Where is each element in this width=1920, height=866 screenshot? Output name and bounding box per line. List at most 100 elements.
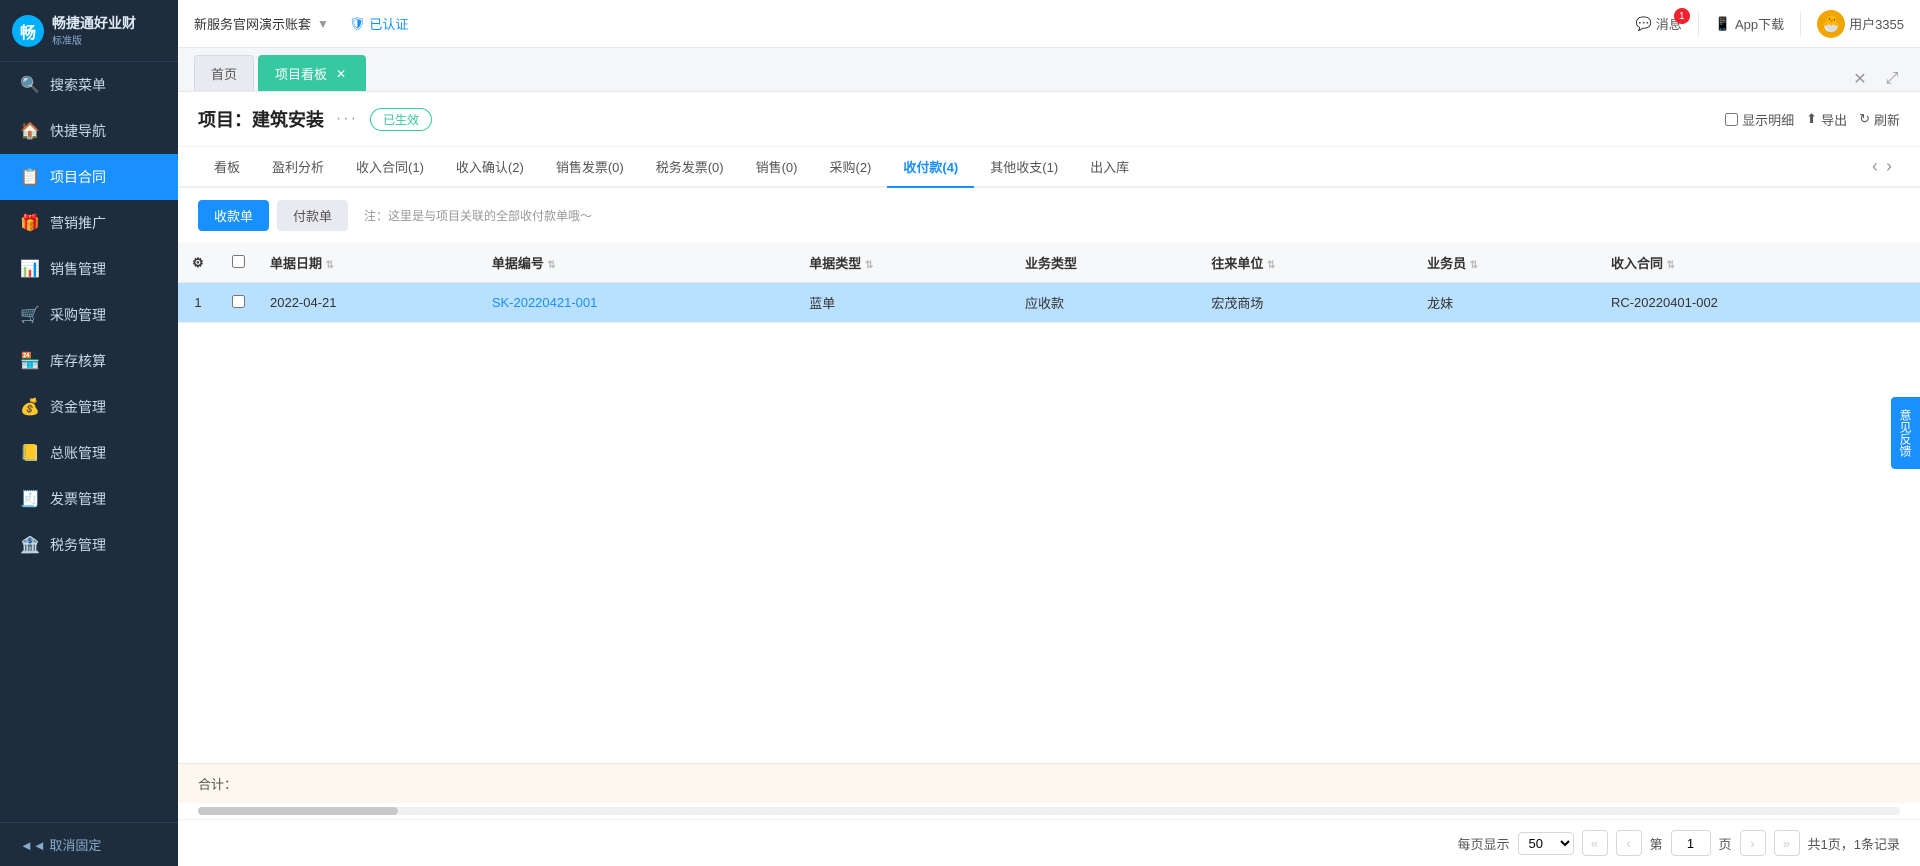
nav-label-0: 搜索菜单: [50, 75, 106, 95]
topbar-project-name: 新服务官网演示账套: [194, 14, 311, 33]
sub-tab-4[interactable]: 销售发票(0): [540, 147, 640, 188]
sidebar-item-1[interactable]: 🏠快捷导航: [0, 108, 178, 154]
divider: [1698, 12, 1699, 36]
td-date-0: 2022-04-21: [258, 283, 480, 323]
th-contract[interactable]: 收入合同 ⇅: [1599, 243, 1920, 283]
refresh-icon: ↻: [1859, 111, 1870, 127]
row-checkbox-0[interactable]: [232, 295, 245, 308]
sidebar-item-0[interactable]: 🔍 搜索菜单: [0, 62, 178, 108]
sidebar-item-10[interactable]: 🏦税务管理: [0, 522, 178, 568]
tab-home[interactable]: 首页: [194, 55, 254, 91]
page-input[interactable]: [1671, 830, 1711, 856]
nav-icon-5: 🛒: [20, 305, 40, 325]
logo-icon: 畅: [12, 15, 44, 47]
page-total: 共1页，1条记录: [1808, 834, 1900, 853]
topbar-project[interactable]: 新服务官网演示账套 ▼: [194, 14, 329, 33]
nav-icon-2: 📋: [20, 167, 40, 187]
tab-shoukuan[interactable]: 收款单: [198, 200, 269, 231]
sub-tab-5[interactable]: 税务发票(0): [640, 147, 740, 188]
th-biz-type: 业务类型: [1013, 243, 1199, 283]
th-date[interactable]: 单据日期 ⇅: [258, 243, 480, 283]
sidebar-item-7[interactable]: 💰资金管理: [0, 384, 178, 430]
td-index-0: 1: [178, 283, 218, 323]
export-button[interactable]: ⬆ 导出: [1806, 110, 1847, 129]
page-first-button[interactable]: «: [1582, 830, 1608, 856]
sidebar-item-3[interactable]: 🎁 营销推广: [0, 200, 178, 246]
th-number[interactable]: 单据编号 ⇅: [480, 243, 797, 283]
refresh-button[interactable]: ↻ 刷新: [1859, 110, 1900, 129]
scrollbar-thumb[interactable]: [198, 807, 398, 815]
th-type[interactable]: 单据类型 ⇅: [797, 243, 1013, 283]
window-close-button[interactable]: ✕: [1848, 67, 1872, 91]
feedback-button[interactable]: 意见反馈: [1891, 397, 1920, 469]
sidebar-unpin[interactable]: ◄◄ 取消固定: [0, 822, 178, 866]
content-area: 项目：建筑安装 ··· 已生效 显示明细 ⬆ 导出 ↻ 刷新: [178, 92, 1920, 866]
td-check-0[interactable]: [218, 283, 258, 323]
message-button[interactable]: 💬 消息 1: [1636, 14, 1682, 33]
main-area: 新服务官网演示账套 ▼ 🛡 已认证 💬 消息 1 📱 App下载 🐣 用户335…: [178, 0, 1920, 866]
sub-tab-0[interactable]: 看板: [198, 147, 256, 188]
show-detail-checkbox[interactable]: 显示明细: [1725, 110, 1794, 129]
th-partner[interactable]: 往来单位 ⇅: [1199, 243, 1415, 283]
show-detail-input[interactable]: [1725, 113, 1738, 126]
per-page-label: 每页显示: [1457, 834, 1509, 853]
project-header: 项目：建筑安装 ··· 已生效 显示明细 ⬆ 导出 ↻ 刷新: [178, 92, 1920, 147]
sidebar-item-8[interactable]: 📒总账管理: [0, 430, 178, 476]
td-number-0[interactable]: SK-20220421-001: [480, 283, 797, 323]
nav-icon-10: 🏦: [20, 535, 40, 555]
sidebar-logo: 畅 畅捷通好业财 标准版: [0, 0, 178, 62]
sub-tab-7[interactable]: 采购(2): [813, 147, 887, 188]
table-row[interactable]: 1 2022-04-21 SK-20220421-001 蓝单 应收款 宏茂商场…: [178, 283, 1920, 323]
nav-label-9: 发票管理: [50, 489, 106, 509]
th-check[interactable]: [218, 243, 258, 283]
nav-label-3: 营销推广: [50, 213, 106, 233]
nav-label-1: 快捷导航: [50, 121, 106, 141]
app-download-button[interactable]: 📱 App下载: [1715, 14, 1784, 33]
nav-label-6: 库存核算: [50, 351, 106, 371]
window-maximize-button[interactable]: ⤢: [1880, 67, 1904, 91]
sidebar: 畅 畅捷通好业财 标准版 🔍 搜索菜单 🏠快捷导航📋项目合同 🎁 营销推广 📊销售管理🛒采…: [0, 0, 178, 866]
sub-tab-prev-icon[interactable]: ‹: [1868, 156, 1882, 177]
topbar-certified: 🛡 已认证: [349, 14, 409, 33]
sub-tab-nav: ‹ ›: [1864, 147, 1900, 186]
inner-tabs: 收款单 付款单 注：这里是与项目关联的全部收付款单哦～: [178, 188, 1920, 231]
divider2: [1800, 12, 1801, 36]
page-prev-button[interactable]: ‹: [1616, 830, 1642, 856]
sub-tab-3[interactable]: 收入确认(2): [440, 147, 540, 188]
th-settings[interactable]: ⚙: [178, 243, 218, 283]
tab-close-icon[interactable]: ✕: [333, 66, 349, 82]
tab-fukuan[interactable]: 付款单: [277, 200, 348, 231]
nav-icon-9: 🧾: [20, 489, 40, 509]
per-page-select[interactable]: 50 100 200: [1518, 832, 1574, 855]
project-more-icon[interactable]: ···: [336, 110, 358, 128]
sub-tab-8[interactable]: 收付款(4): [887, 147, 974, 188]
topbar: 新服务官网演示账套 ▼ 🛡 已认证 💬 消息 1 📱 App下载 🐣 用户335…: [178, 0, 1920, 48]
scrollbar-track[interactable]: [198, 807, 1900, 815]
user-menu[interactable]: 🐣 用户3355: [1817, 10, 1904, 38]
export-icon: ⬆: [1806, 111, 1817, 127]
record-link-0[interactable]: SK-20220421-001: [492, 295, 598, 310]
sub-tab-6[interactable]: 销售(0): [740, 147, 814, 188]
topbar-right: 💬 消息 1 📱 App下载 🐣 用户3355: [1636, 10, 1904, 38]
select-all-checkbox[interactable]: [232, 255, 245, 268]
sidebar-item-2[interactable]: 📋项目合同: [0, 154, 178, 200]
sub-tab-1[interactable]: 盈利分析: [256, 147, 340, 188]
sidebar-item-4[interactable]: 📊销售管理: [0, 246, 178, 292]
sidebar-item-9[interactable]: 🧾 发票管理: [0, 476, 178, 522]
page-next-button[interactable]: ›: [1740, 830, 1766, 856]
td-contract-0: RC-20220401-002: [1599, 283, 1920, 323]
tab-project-board[interactable]: 项目看板 ✕: [258, 55, 366, 91]
nav-icon-3: 🎁: [20, 213, 40, 233]
nav-icon-0: 🔍: [20, 75, 40, 95]
table-footer: 合计：: [178, 763, 1920, 803]
sidebar-item-6[interactable]: 🏪库存核算: [0, 338, 178, 384]
th-salesman[interactable]: 业务员 ⇅: [1415, 243, 1599, 283]
sub-tab-next-icon[interactable]: ›: [1882, 156, 1896, 177]
sub-tab-10[interactable]: 出入库: [1074, 147, 1145, 188]
tab-bar: 首页 项目看板 ✕ ✕ ⤢: [178, 48, 1920, 92]
sidebar-item-5[interactable]: 🛒采购管理: [0, 292, 178, 338]
sub-tab-2[interactable]: 收入合同(1): [340, 147, 440, 188]
sub-tab-9[interactable]: 其他收支(1): [974, 147, 1074, 188]
page-last-button[interactable]: »: [1774, 830, 1800, 856]
nav-label-8: 总账管理: [50, 443, 106, 463]
